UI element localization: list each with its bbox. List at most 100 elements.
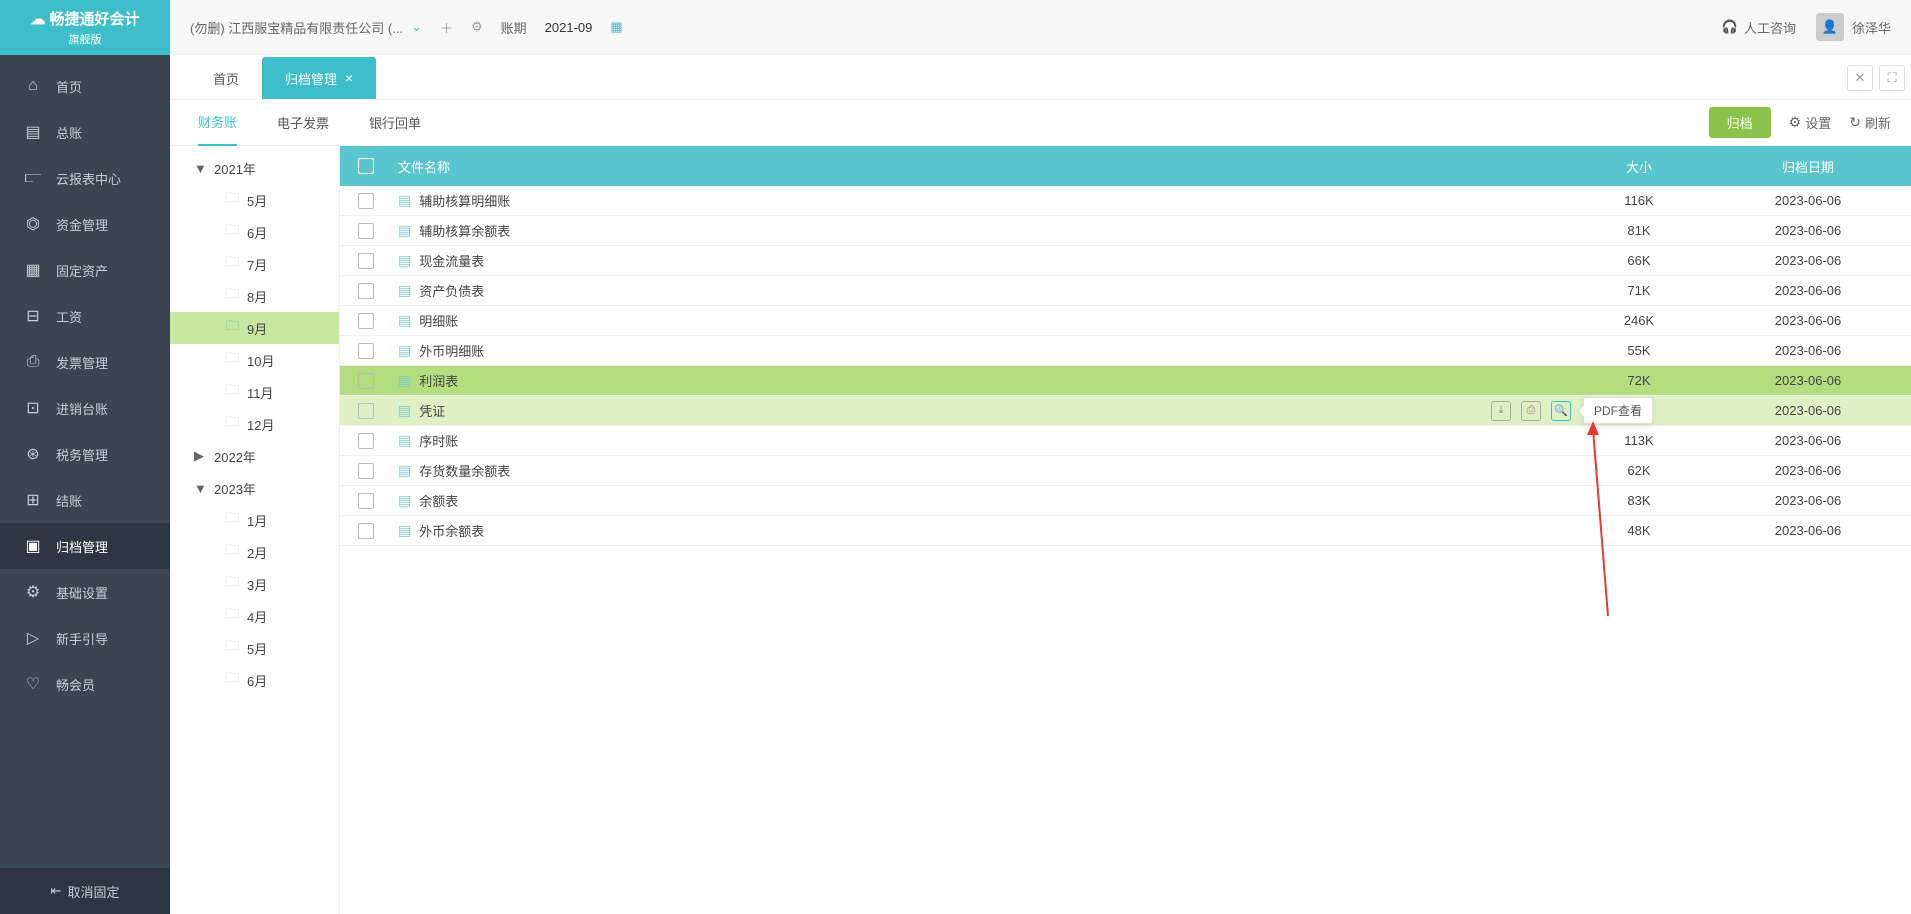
sidebar-item-8[interactable]: ⊛税务管理: [0, 431, 170, 477]
tree-month[interactable]: 🗀9月: [170, 312, 339, 344]
row-checkbox[interactable]: [358, 223, 374, 239]
close-icon[interactable]: ×: [345, 70, 353, 86]
sidebar-item-1[interactable]: ▤总账: [0, 109, 170, 155]
sidebar-unpin[interactable]: ⇤取消固定: [0, 868, 170, 914]
tree-month[interactable]: 🗀2月: [170, 536, 339, 568]
consult-link[interactable]: 🎧 人工咨询: [1722, 18, 1796, 37]
sidebar-item-6[interactable]: ⎙发票管理: [0, 339, 170, 385]
sidebar-item-7[interactable]: ⊡进销台账: [0, 385, 170, 431]
tree-month[interactable]: 🗀4月: [170, 600, 339, 632]
tree-month[interactable]: 🗀6月: [170, 664, 339, 696]
table-row[interactable]: ▤利润表72K2023-06-06: [340, 366, 1911, 396]
tree-month[interactable]: 🗀8月: [170, 280, 339, 312]
row-checkbox[interactable]: [358, 463, 374, 479]
table-row[interactable]: ▤存货数量余额表62K2023-06-06: [340, 456, 1911, 486]
row-checkbox[interactable]: [358, 523, 374, 539]
tree-month[interactable]: 🗀5月: [170, 632, 339, 664]
tree-month-label: 6月: [247, 223, 267, 242]
tree-month[interactable]: 🗀3月: [170, 568, 339, 600]
tree-year[interactable]: ▼2021年: [170, 152, 339, 184]
row-checkbox[interactable]: [358, 343, 374, 359]
cloud-icon: ☁: [30, 10, 45, 28]
file-name: ▤余额表: [388, 491, 1555, 510]
download-pdf-icon[interactable]: ⎙: [1521, 401, 1541, 421]
settings-link[interactable]: ⚙设置: [1789, 113, 1832, 132]
plus-icon[interactable]: ＋: [440, 18, 453, 37]
sidebar-item-2[interactable]: ⫍云报表中心: [0, 155, 170, 201]
subtab-1[interactable]: 电子发票: [277, 100, 329, 146]
guide-icon: ▷: [24, 629, 42, 647]
sidebar-item-3[interactable]: ⏣资金管理: [0, 201, 170, 247]
file-icon: ▤: [398, 402, 411, 419]
table-row[interactable]: ▤现金流量表66K2023-06-06: [340, 246, 1911, 276]
table-row[interactable]: ▤余额表83K2023-06-06: [340, 486, 1911, 516]
calendar-icon[interactable]: ▦: [610, 19, 622, 35]
select-all-checkbox[interactable]: [358, 158, 374, 174]
sidebar-item-12[interactable]: ▷ 新手引导: [0, 615, 170, 661]
tab-close-button[interactable]: ✕: [1847, 65, 1873, 91]
sidebar-item-5[interactable]: ⊟工资: [0, 293, 170, 339]
file-name: ▤外币余额表: [388, 521, 1555, 540]
subtab-0[interactable]: 财务账: [198, 100, 237, 146]
pdf-preview-icon[interactable]: 🔍: [1551, 401, 1571, 421]
sidebar-item-9[interactable]: ⊞结账: [0, 477, 170, 523]
tree-month[interactable]: 🗀1月: [170, 504, 339, 536]
period-value[interactable]: 2021-09: [545, 20, 593, 35]
table-row[interactable]: ▤明细账246K2023-06-06: [340, 306, 1911, 336]
subtab-2[interactable]: 银行回单: [369, 100, 421, 146]
row-checkbox[interactable]: [358, 283, 374, 299]
sidebar-item-11[interactable]: ⚙基础设置: [0, 569, 170, 615]
headset-icon: 🎧: [1722, 19, 1738, 35]
sidebar-item-10[interactable]: ▣归档管理: [0, 523, 170, 569]
row-checkbox[interactable]: [358, 373, 374, 389]
file-icon: ▤: [398, 492, 411, 509]
table-row[interactable]: ▤辅助核算明细账116K2023-06-06: [340, 186, 1911, 216]
sidebar-item-label: 新手引导: [56, 629, 108, 648]
row-checkbox[interactable]: [358, 433, 374, 449]
tree-year-label: 2021年: [214, 159, 256, 178]
tree-month[interactable]: 🗀 6月: [170, 216, 339, 248]
file-date: 2023-06-06: [1723, 253, 1893, 268]
tree-month[interactable]: 🗀11月: [170, 376, 339, 408]
tree-year[interactable]: ▼2023年: [170, 472, 339, 504]
table-row[interactable]: ▤序时账113K2023-06-06: [340, 426, 1911, 456]
sidebar-item-13[interactable]: ♡畅会员: [0, 661, 170, 707]
tab-1[interactable]: 归档管理×: [262, 57, 376, 99]
inventory-icon: ⊡: [24, 399, 42, 417]
file-size: 71K: [1569, 283, 1709, 298]
folder-icon: 🗀: [226, 509, 239, 531]
table-row[interactable]: ▤凭证⤓⎙🔍PDF查看53K2023-06-06: [340, 396, 1911, 426]
sidebar-item-label: 总账: [56, 123, 82, 142]
table-body: ▤辅助核算明细账116K2023-06-06▤辅助核算余额表81K2023-06…: [340, 186, 1911, 914]
refresh-link[interactable]: ↻刷新: [1849, 113, 1891, 132]
row-checkbox[interactable]: [358, 403, 374, 419]
row-checkbox[interactable]: [358, 253, 374, 269]
archive-button[interactable]: 归档: [1709, 107, 1771, 138]
table-row[interactable]: ▤资产负债表71K2023-06-06: [340, 276, 1911, 306]
gear-icon[interactable]: ⚙: [471, 19, 483, 35]
tree-month-label: 8月: [247, 287, 267, 306]
row-checkbox[interactable]: [358, 493, 374, 509]
tree-month[interactable]: 🗀5月: [170, 184, 339, 216]
tree-month[interactable]: 🗀12月: [170, 408, 339, 440]
caret-down-icon: ▼: [194, 481, 206, 496]
company-selector[interactable]: (勿删) 江西服宝精品有限责任公司 (... ⌄: [190, 18, 422, 37]
folder-icon: 🗀: [226, 413, 239, 435]
tree-month-label: 9月: [247, 319, 267, 338]
folder-icon: 🗀: [226, 221, 239, 243]
table-row[interactable]: ▤辅助核算余额表81K2023-06-06: [340, 216, 1911, 246]
tab-0[interactable]: 首页: [190, 57, 262, 99]
row-checkbox[interactable]: [358, 313, 374, 329]
download-excel-icon[interactable]: ⤓: [1491, 401, 1511, 421]
sidebar-item-4[interactable]: ▦固定资产: [0, 247, 170, 293]
tree-month[interactable]: 🗀7月: [170, 248, 339, 280]
user-menu[interactable]: 👤 徐泽华: [1816, 13, 1891, 41]
table-row[interactable]: ▤外币余额表48K2023-06-06: [340, 516, 1911, 546]
tab-fullscreen-button[interactable]: ⛶: [1879, 65, 1905, 91]
tree-year[interactable]: ▶2022年: [170, 440, 339, 472]
row-checkbox[interactable]: [358, 193, 374, 209]
tree-month[interactable]: 🗀10月: [170, 344, 339, 376]
table-row[interactable]: ▤外币明细账55K2023-06-06: [340, 336, 1911, 366]
file-date: 2023-06-06: [1723, 403, 1893, 418]
sidebar-item-0[interactable]: ⌂首页: [0, 63, 170, 109]
